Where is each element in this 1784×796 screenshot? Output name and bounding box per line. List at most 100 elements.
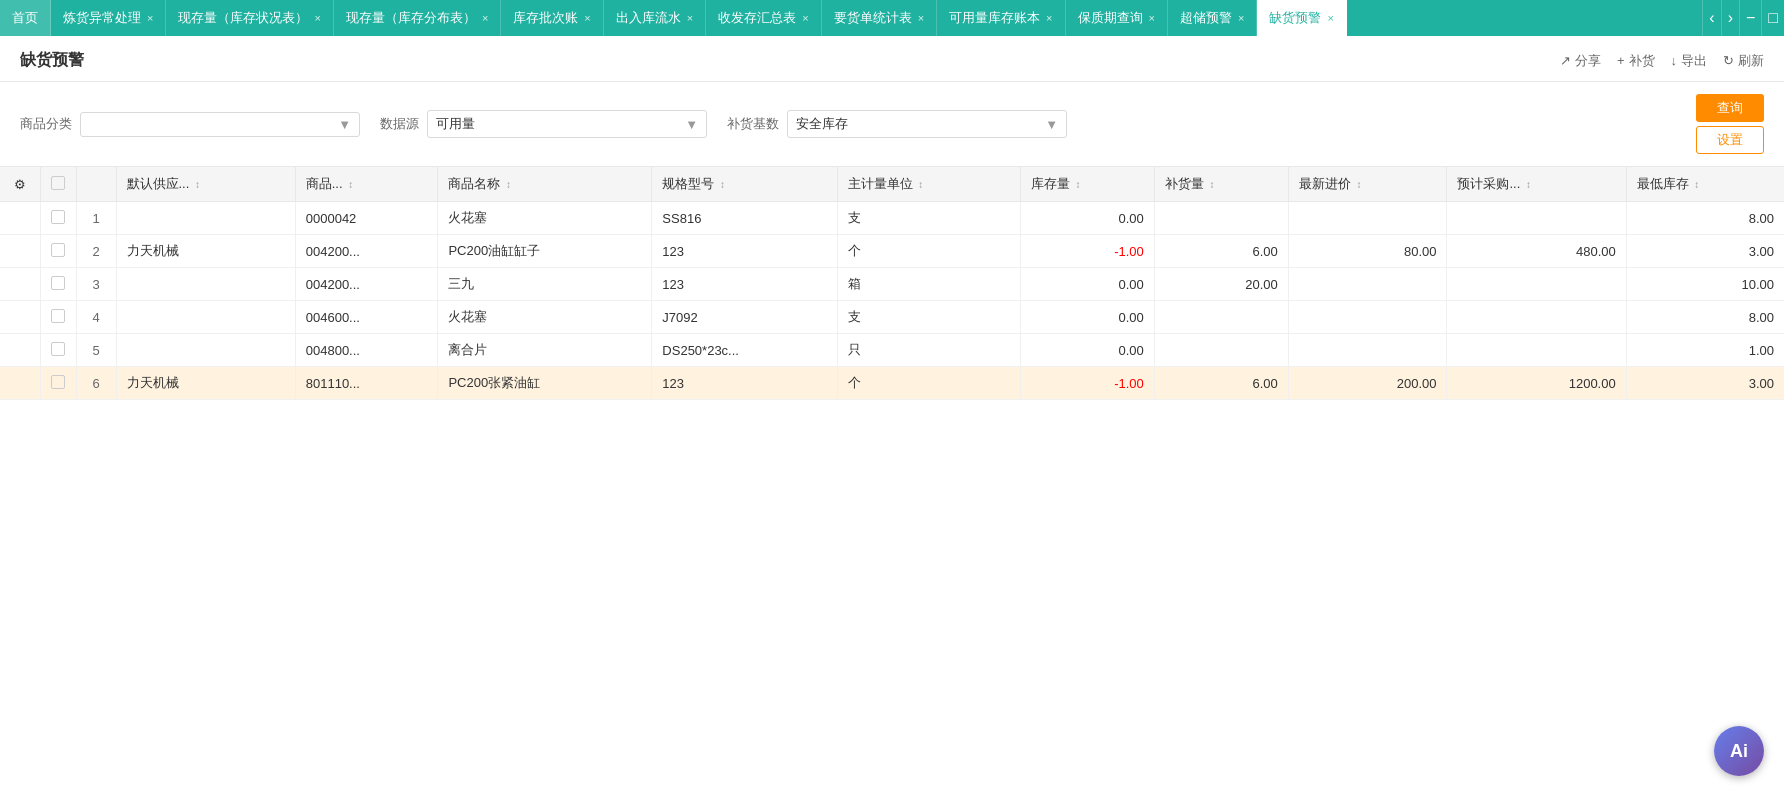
tab-close-collect-store[interactable]: × bbox=[802, 12, 808, 24]
col-header-product-name[interactable]: 商品名称 ↕ bbox=[438, 167, 652, 202]
tab-close-available-ledger[interactable]: × bbox=[1046, 12, 1052, 24]
sort-arrow-code: ↕ bbox=[348, 179, 353, 190]
row-index: 1 bbox=[76, 202, 116, 235]
col-header-unit[interactable]: 主计量单位 ↕ bbox=[837, 167, 1020, 202]
row-settings[interactable] bbox=[0, 367, 40, 400]
row-checkbox[interactable] bbox=[40, 367, 76, 400]
sort-arrow-purchase: ↕ bbox=[1526, 179, 1531, 190]
replenish-base-select-value: 安全库存 bbox=[796, 115, 1037, 133]
col-header-checkbox[interactable] bbox=[40, 167, 76, 202]
row-product-name: 离合片 bbox=[438, 334, 652, 367]
row-latest-price bbox=[1288, 301, 1447, 334]
row-spec: 123 bbox=[652, 367, 837, 400]
export-button[interactable]: ↓ 导出 bbox=[1671, 52, 1708, 70]
settings-button[interactable]: 设置 bbox=[1696, 126, 1764, 154]
tab-prev-btn[interactable]: ‹ bbox=[1702, 0, 1720, 36]
row-replenish-qty: 6.00 bbox=[1154, 367, 1288, 400]
tab-close-expiry[interactable]: × bbox=[1149, 12, 1155, 24]
row-product-code: 0000042 bbox=[295, 202, 438, 235]
row-checkbox[interactable] bbox=[40, 334, 76, 367]
data-table: ⚙ 默认供应... ↕ 商品... ↕ 商品名称 ↕ bbox=[0, 167, 1784, 400]
share-button[interactable]: ↗ 分享 bbox=[1560, 52, 1601, 70]
col-header-stock[interactable]: 库存量 ↕ bbox=[1020, 167, 1154, 202]
tab-close-abnormal[interactable]: × bbox=[147, 12, 153, 24]
refresh-icon: ↻ bbox=[1723, 53, 1734, 68]
tab-maximize-btn[interactable]: □ bbox=[1761, 0, 1784, 36]
col-header-latest-price[interactable]: 最新进价 ↕ bbox=[1288, 167, 1447, 202]
tab-home[interactable]: 首页 bbox=[0, 0, 51, 36]
replenish-base-label: 补货基数 bbox=[727, 115, 779, 133]
tab-close-batch[interactable]: × bbox=[584, 12, 590, 24]
tab-close-overstock[interactable]: × bbox=[1238, 12, 1244, 24]
row-estimated-purchase: 1200.00 bbox=[1447, 367, 1626, 400]
header-checkbox[interactable] bbox=[51, 176, 65, 190]
table-row: 6 力天机械 801110... PC200张紧油缸 123 个 -1.00 6… bbox=[0, 367, 1784, 400]
tab-expiry[interactable]: 保质期查询 × bbox=[1066, 0, 1168, 36]
tab-shortage[interactable]: 缺货预警 × bbox=[1257, 0, 1346, 36]
row-checkbox[interactable] bbox=[40, 301, 76, 334]
tab-collect-store[interactable]: 收发存汇总表 × bbox=[706, 0, 821, 36]
row-min-stock: 8.00 bbox=[1626, 202, 1784, 235]
tab-close-shortage[interactable]: × bbox=[1327, 12, 1333, 24]
row-stock: 0.00 bbox=[1020, 202, 1154, 235]
tab-navigation: ‹ › − □ bbox=[1702, 0, 1784, 36]
row-settings[interactable] bbox=[0, 268, 40, 301]
row-checkbox[interactable] bbox=[40, 235, 76, 268]
tab-minimize-btn[interactable]: − bbox=[1739, 0, 1761, 36]
tab-overstock[interactable]: 超储预警 × bbox=[1168, 0, 1257, 36]
tab-demand-stats[interactable]: 要货单统计表 × bbox=[822, 0, 937, 36]
row-estimated-purchase bbox=[1447, 202, 1626, 235]
tab-batch[interactable]: 库存批次账 × bbox=[501, 0, 603, 36]
table-row: 1 0000042 火花塞 SS816 支 0.00 8.00 bbox=[0, 202, 1784, 235]
row-estimated-purchase bbox=[1447, 268, 1626, 301]
sort-arrow-min-stock: ↕ bbox=[1694, 179, 1699, 190]
tab-inventory-dist[interactable]: 现存量（库存分布表） × bbox=[334, 0, 501, 36]
col-header-product-code[interactable]: 商品... ↕ bbox=[295, 167, 438, 202]
tab-inventory-status[interactable]: 现存量（库存状况表） × bbox=[166, 0, 333, 36]
tab-close-inout-flow[interactable]: × bbox=[687, 12, 693, 24]
col-header-settings[interactable]: ⚙ bbox=[0, 167, 40, 202]
replenish-base-select[interactable]: 安全库存 ▼ bbox=[787, 110, 1067, 138]
row-replenish-qty bbox=[1154, 202, 1288, 235]
row-supplier bbox=[116, 334, 295, 367]
ai-badge[interactable]: Ai bbox=[1714, 726, 1764, 776]
row-unit: 个 bbox=[837, 367, 1020, 400]
row-product-code: 004800... bbox=[295, 334, 438, 367]
tab-available-ledger[interactable]: 可用量库存账本 × bbox=[937, 0, 1065, 36]
col-header-min-stock[interactable]: 最低库存 ↕ bbox=[1626, 167, 1784, 202]
page-header: 缺货预警 ↗ 分享 + 补货 ↓ 导出 ↻ 刷新 bbox=[0, 36, 1784, 82]
tab-close-demand-stats[interactable]: × bbox=[918, 12, 924, 24]
row-settings[interactable] bbox=[0, 301, 40, 334]
col-header-replenish-qty[interactable]: 补货量 ↕ bbox=[1154, 167, 1288, 202]
header-actions: ↗ 分享 + 补货 ↓ 导出 ↻ 刷新 bbox=[1560, 52, 1764, 70]
category-select[interactable]: ▼ bbox=[80, 112, 360, 137]
datasource-label: 数据源 bbox=[380, 115, 419, 133]
row-settings[interactable] bbox=[0, 235, 40, 268]
replenish-button[interactable]: + 补货 bbox=[1617, 52, 1655, 70]
row-unit: 只 bbox=[837, 334, 1020, 367]
refresh-button[interactable]: ↻ 刷新 bbox=[1723, 52, 1764, 70]
tab-abnormal[interactable]: 炼货异常处理 × bbox=[51, 0, 166, 36]
query-button[interactable]: 查询 bbox=[1696, 94, 1764, 122]
tab-close-inventory-dist[interactable]: × bbox=[482, 12, 488, 24]
row-latest-price: 200.00 bbox=[1288, 367, 1447, 400]
row-product-name: 火花塞 bbox=[438, 202, 652, 235]
row-stock: -1.00 bbox=[1020, 367, 1154, 400]
row-checkbox[interactable] bbox=[40, 202, 76, 235]
datasource-select[interactable]: 可用量 ▼ bbox=[427, 110, 707, 138]
row-estimated-purchase bbox=[1447, 301, 1626, 334]
replenish-base-select-arrow: ▼ bbox=[1045, 117, 1058, 132]
col-header-default-supplier[interactable]: 默认供应... ↕ bbox=[116, 167, 295, 202]
row-product-name: PC200张紧油缸 bbox=[438, 367, 652, 400]
row-estimated-purchase bbox=[1447, 334, 1626, 367]
row-checkbox[interactable] bbox=[40, 268, 76, 301]
tab-next-btn[interactable]: › bbox=[1721, 0, 1739, 36]
tab-close-inventory-status[interactable]: × bbox=[314, 12, 320, 24]
row-settings[interactable] bbox=[0, 334, 40, 367]
col-header-spec[interactable]: 规格型号 ↕ bbox=[652, 167, 837, 202]
col-header-estimated-purchase[interactable]: 预计采购... ↕ bbox=[1447, 167, 1626, 202]
sort-arrow-stock: ↕ bbox=[1075, 179, 1080, 190]
row-settings[interactable] bbox=[0, 202, 40, 235]
table-row: 2 力天机械 004200... PC200油缸缸子 123 个 -1.00 6… bbox=[0, 235, 1784, 268]
tab-inout-flow[interactable]: 出入库流水 × bbox=[604, 0, 706, 36]
